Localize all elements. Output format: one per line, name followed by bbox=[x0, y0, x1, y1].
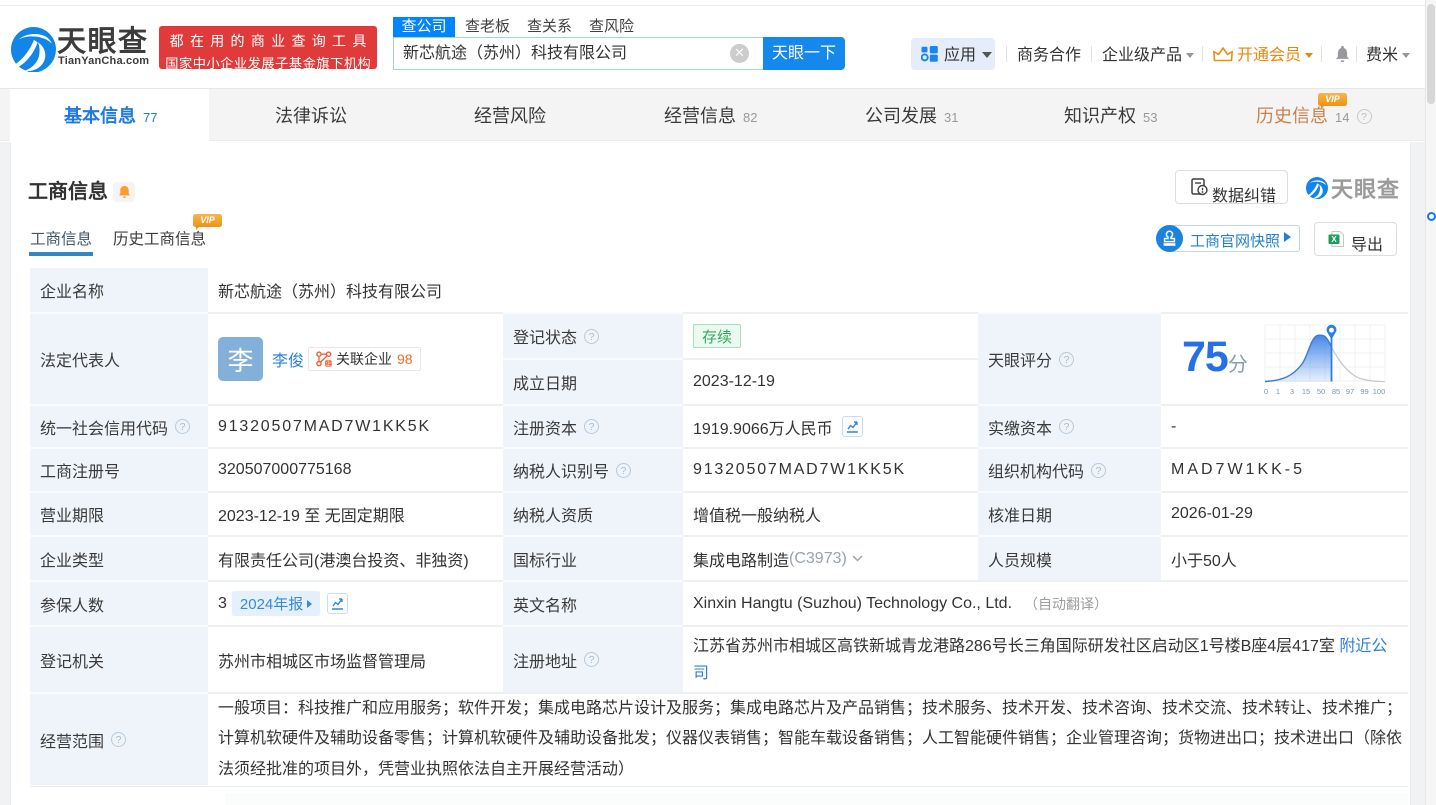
svg-text:85: 85 bbox=[1332, 387, 1340, 396]
svg-text:3: 3 bbox=[1290, 387, 1294, 396]
svg-text:企: 企 bbox=[326, 359, 332, 367]
svg-text:15: 15 bbox=[1302, 387, 1310, 396]
svg-text:99: 99 bbox=[1360, 387, 1368, 396]
svg-text:0: 0 bbox=[1264, 387, 1268, 396]
svg-text:97: 97 bbox=[1346, 387, 1354, 396]
svg-text:100: 100 bbox=[1373, 387, 1386, 396]
svg-text:X: X bbox=[1331, 235, 1337, 244]
svg-text:50: 50 bbox=[1317, 387, 1325, 396]
svg-text:1: 1 bbox=[1276, 387, 1280, 396]
